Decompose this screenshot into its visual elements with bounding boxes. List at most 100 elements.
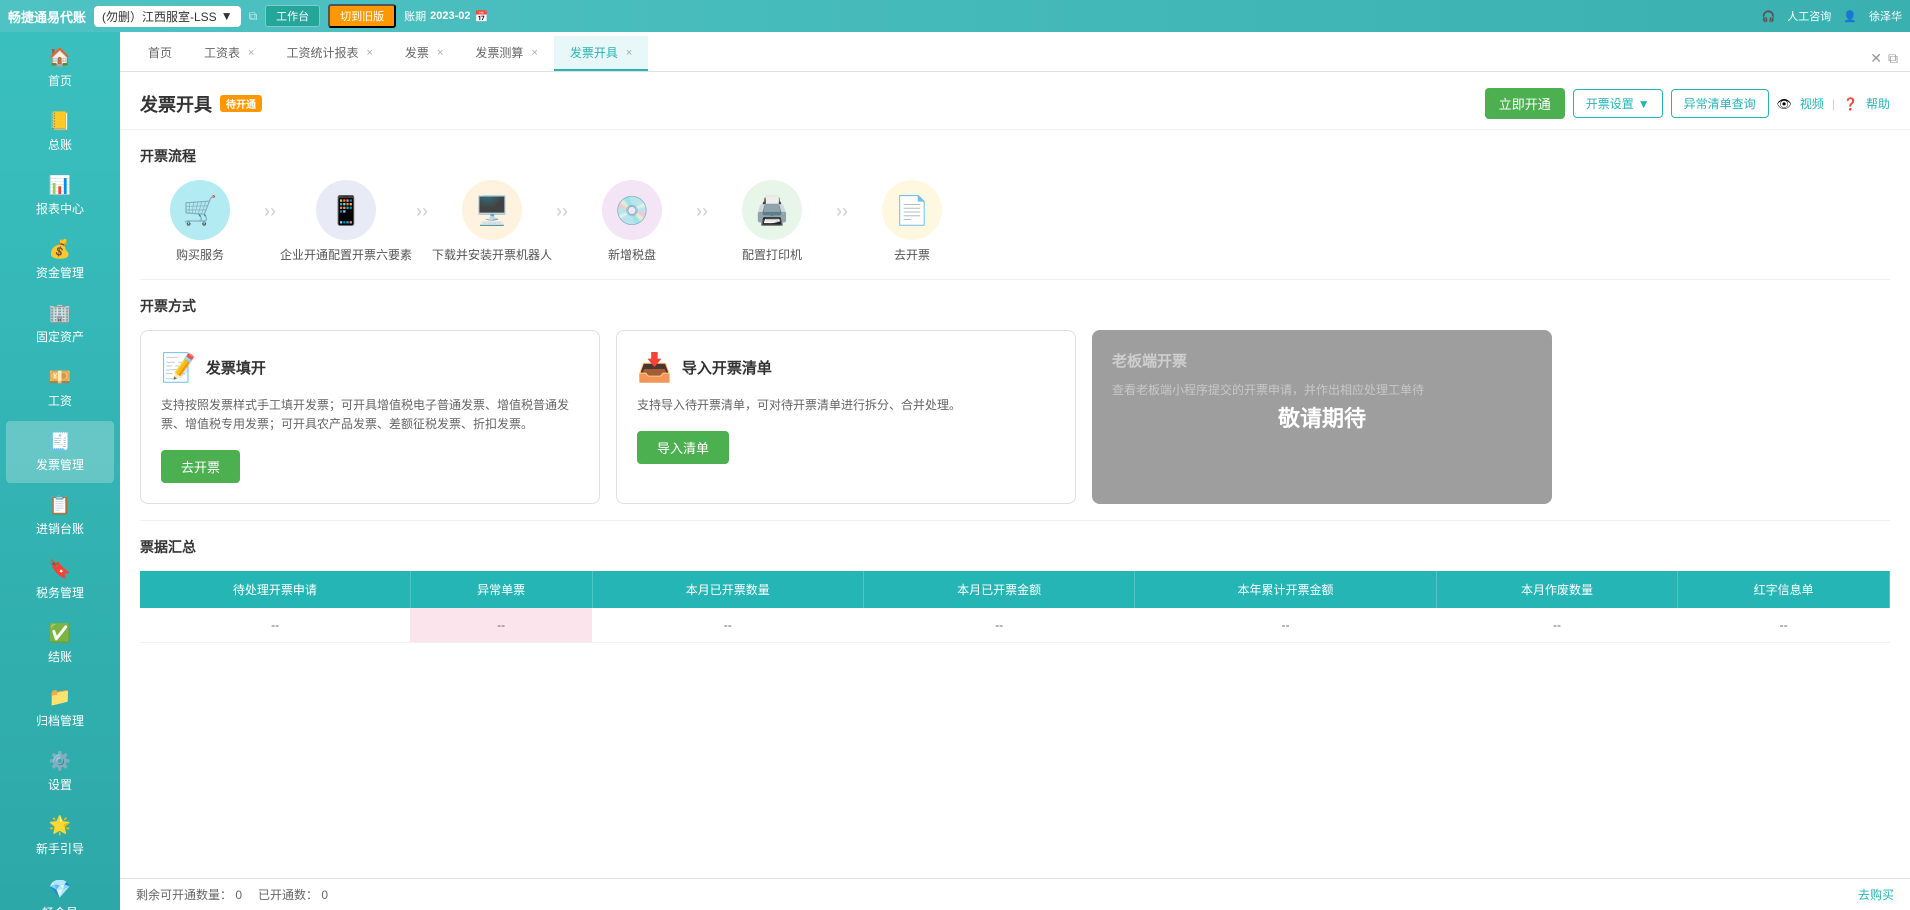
printer-label: 配置打印机 <box>742 246 802 263</box>
sidebar-label-settings: 设置 <box>48 776 72 793</box>
buy-service-label: 购买服务 <box>176 246 224 263</box>
chevron-down-icon: ▼ <box>221 9 233 23</box>
summary-col-exception: 异常单票 <box>410 571 592 608</box>
pending-badge: 待开通 <box>220 95 262 112</box>
period-label: 账期 <box>404 8 426 24</box>
tab-invoice-label: 发票 <box>405 44 429 61</box>
sidebar-item-funds[interactable]: 💰 资金管理 <box>6 229 114 291</box>
sidebar-item-guide[interactable]: 🌟 新手引导 <box>6 805 114 867</box>
video-button[interactable]: 视频 <box>1800 95 1824 112</box>
tab-restore-icon[interactable]: ⧉ <box>1888 50 1898 67</box>
make-invoice-label: 去开票 <box>894 246 930 263</box>
workbench-button[interactable]: 工作台 <box>265 5 320 27</box>
process-step-buy[interactable]: 🛒 购买服务 <box>140 180 260 263</box>
tab-invoice-calc-close[interactable]: × <box>531 47 537 59</box>
process-step-download[interactable]: 🖥️ 下载并安装开票机器人 <box>432 180 552 263</box>
page-title-text: 发票开具 <box>140 91 212 117</box>
tab-salary-table-label: 工资表 <box>204 44 240 61</box>
exception-query-button[interactable]: 异常清单查询 <box>1671 89 1769 118</box>
download-icon-wrap: 🖥️ <box>462 180 522 240</box>
calendar-icon[interactable]: 📅 <box>475 10 489 23</box>
view-icon: 👁 <box>1777 97 1792 111</box>
support-label[interactable]: 人工咨询 <box>1787 8 1831 24</box>
separator: | <box>1832 97 1835 111</box>
tab-salary-report[interactable]: 工资统计报表 × <box>270 36 388 71</box>
taxdisk-label: 新增税盘 <box>608 246 656 263</box>
cell-red-note: -- <box>1678 608 1890 643</box>
tab-salary-report-close[interactable]: × <box>366 47 372 59</box>
company-selector[interactable]: (勿删）江西服室-LSS ▼ <box>94 6 241 27</box>
sidebar-label-funds: 资金管理 <box>36 264 84 281</box>
summary-col-red-note: 红字信息单 <box>1678 571 1890 608</box>
fill-card-button[interactable]: 去开票 <box>161 450 240 483</box>
sidebar-item-checkout[interactable]: ✅ 结账 <box>6 613 114 675</box>
tab-close-all-icon[interactable]: ✕ <box>1870 50 1882 67</box>
switch-old-button[interactable]: 切到旧版 <box>328 4 396 28</box>
tab-invoice-tool[interactable]: 发票开具 × <box>554 36 648 71</box>
tab-bar-right: ✕ ⧉ <box>1870 50 1898 71</box>
tab-invoice[interactable]: 发票 × <box>389 36 459 71</box>
process-arrow-5: ›› <box>836 201 848 242</box>
download-robot-icon: 🖥️ <box>475 194 510 227</box>
top-bar-right: 🎧 人工咨询 👤 徐泽华 <box>1762 8 1902 24</box>
sidebar-label-salary: 工资 <box>48 392 72 409</box>
guide-icon: 🌟 <box>49 815 71 836</box>
open-settings-button[interactable]: 开票设置 ▼ <box>1573 89 1663 118</box>
tab-invoice-close[interactable]: × <box>437 47 443 59</box>
archive-icon: 📁 <box>49 687 71 708</box>
tab-invoice-tool-label: 发票开具 <box>570 44 618 61</box>
process-step-config[interactable]: 📱 企业开通配置开票六要素 <box>280 180 412 263</box>
fill-card-desc: 支持按照发票样式手工填开发票；可开具增值税电子普通发票、增值税普通发票、增值税专… <box>161 396 579 434</box>
make-invoice-icon: 📄 <box>895 194 930 227</box>
tab-home[interactable]: 首页 <box>132 36 188 71</box>
process-step-printer[interactable]: 🖨️ 配置打印机 <box>712 180 832 263</box>
opened-label-text: 已开通数： <box>258 888 318 902</box>
summary-col-month-amount: 本月已开票金额 <box>863 571 1134 608</box>
method-cards: 📝 发票填开 支持按照发票样式手工填开发票；可开具增值税电子普通发票、增值税普通… <box>140 330 1890 504</box>
sidebar-item-member[interactable]: 💎 畅会员 <box>6 869 114 910</box>
printer-icon: 🖨️ <box>755 194 790 227</box>
content-area: 首页 工资表 × 工资统计报表 × 发票 × 发票测算 × 发票开具 × <box>120 32 1910 910</box>
tab-salary-table[interactable]: 工资表 × <box>188 36 270 71</box>
method-import-card: 📥 导入开票清单 支持导入待开票清单，可对待开票清单进行拆分、合并处理。 导入清… <box>616 330 1076 504</box>
checkout-icon: ✅ <box>49 623 71 644</box>
remaining-value: 0 <box>235 888 242 902</box>
company-name: (勿删）江西服室-LSS <box>102 8 217 25</box>
top-bar-left: 畅捷通易代账 (勿删）江西服室-LSS ▼ ⧉ 工作台 切到旧版 账期 2023… <box>8 4 488 28</box>
tab-home-label: 首页 <box>148 44 172 61</box>
sidebar-item-invoice[interactable]: 🧾 发票管理 <box>6 421 114 483</box>
user-avatar-icon: 👤 <box>1843 10 1857 23</box>
sidebar-item-ledger[interactable]: 📒 总账 <box>6 101 114 163</box>
sidebar-label-archive: 归档管理 <box>36 712 84 729</box>
sidebar-item-reports[interactable]: 📊 报表中心 <box>6 165 114 227</box>
summary-col-pending: 待处理开票申请 <box>140 571 410 608</box>
ledger-icon: 📒 <box>49 111 71 132</box>
sidebar-item-home[interactable]: 🏠 首页 <box>6 37 114 99</box>
open-settings-label: 开票设置 <box>1586 95 1634 112</box>
process-step-make[interactable]: 📄 去开票 <box>852 180 972 263</box>
sidebar-item-tax[interactable]: 🔖 税务管理 <box>6 549 114 611</box>
sidebar-item-salary[interactable]: 💴 工资 <box>6 357 114 419</box>
process-step-taxdisk[interactable]: 💿 新增税盘 <box>572 180 692 263</box>
import-card-button[interactable]: 导入清单 <box>637 431 729 464</box>
sidebar-item-settings[interactable]: ⚙️ 设置 <box>6 741 114 803</box>
sidebar-item-purchase[interactable]: 📋 进销台账 <box>6 485 114 547</box>
buy-link[interactable]: 去购买 <box>1858 886 1894 903</box>
open-now-button[interactable]: 立即开通 <box>1485 88 1565 119</box>
tab-invoice-tool-close[interactable]: × <box>626 47 632 59</box>
coming-soon-overlay: 敬请期待 <box>1092 330 1552 504</box>
help-button[interactable]: 帮助 <box>1866 95 1890 112</box>
tab-invoice-calc[interactable]: 发票测算 × <box>459 36 553 71</box>
tab-invoice-calc-label: 发票测算 <box>475 44 523 61</box>
sidebar-label-reports: 报表中心 <box>36 200 84 217</box>
process-arrow-4: ›› <box>696 201 708 242</box>
salary-icon: 💴 <box>49 367 71 388</box>
sidebar-item-assets[interactable]: 🏢 固定资产 <box>6 293 114 355</box>
cell-exception: -- <box>410 608 592 643</box>
tab-salary-table-close[interactable]: × <box>248 47 254 59</box>
config-label: 企业开通配置开票六要素 <box>280 246 412 263</box>
period-value: 2023-02 <box>430 10 470 22</box>
buy-service-icon: 🛒 <box>183 194 218 227</box>
sidebar-item-archive[interactable]: 📁 归档管理 <box>6 677 114 739</box>
remaining-label-text: 剩余可开通数量： <box>136 888 232 902</box>
